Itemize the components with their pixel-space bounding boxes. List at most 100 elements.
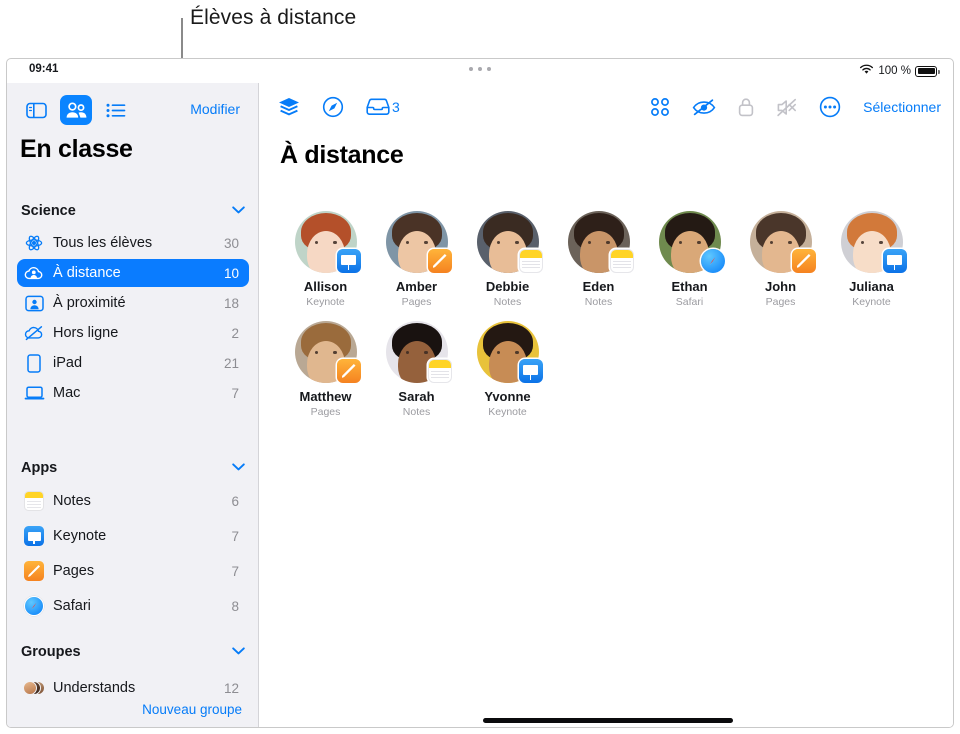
student-name: Allison	[303, 279, 348, 294]
eye-slash-icon[interactable]	[692, 98, 716, 116]
layers-icon[interactable]	[278, 97, 300, 117]
sidebar-item-count: 7	[231, 563, 239, 579]
notes-badge-icon	[518, 249, 543, 273]
avatar-wrap	[385, 321, 452, 383]
chevron-down-icon[interactable]	[232, 204, 245, 216]
pages-badge-icon	[336, 359, 361, 383]
status-bar: 09:41 100 %	[7, 59, 953, 83]
keynote-app-icon	[23, 525, 45, 547]
sidebar-item-a-distance[interactable]: À distance 10	[17, 259, 249, 287]
avatar-wrap	[294, 321, 361, 383]
sidebar-item-count: 7	[231, 528, 239, 544]
edit-button[interactable]: Modifier	[190, 101, 240, 117]
notes-badge-icon	[609, 249, 634, 273]
chevron-down-icon[interactable]	[232, 645, 245, 657]
avatar-wrap	[567, 211, 634, 273]
student-grid: Allison Keynote Amber Pages Debbie Notes Eden N…	[280, 211, 935, 431]
sidebar-toolbar: Modifier	[7, 95, 258, 129]
compass-icon[interactable]	[322, 96, 344, 118]
sidebar-item-hors-ligne[interactable]: Hors ligne 2	[17, 319, 249, 347]
more-circle-icon[interactable]	[819, 96, 841, 118]
student-card[interactable]: Debbie Notes	[462, 211, 553, 311]
student-app: Pages	[401, 296, 432, 309]
ipad-icon	[23, 352, 45, 374]
pages-badge-icon	[427, 249, 452, 273]
battery-percent: 100 %	[878, 65, 911, 77]
student-name: Juliana	[849, 279, 894, 294]
sidebar-item-label: iPad	[53, 355, 83, 371]
avatar-wrap	[294, 211, 361, 273]
battery-full-icon	[915, 65, 940, 77]
student-card[interactable]: Ethan Safari	[644, 211, 735, 311]
sidebar-item-label: Keynote	[53, 528, 107, 544]
sidebar-item-label: Safari	[53, 598, 91, 614]
cloud-person-icon	[23, 262, 45, 284]
keynote-badge-icon	[518, 359, 543, 383]
student-name: John	[764, 279, 797, 294]
pages-app-icon	[23, 560, 45, 582]
student-name: Matthew	[299, 389, 352, 404]
lock-icon[interactable]	[738, 97, 754, 117]
student-card[interactable]: Eden Notes	[553, 211, 644, 311]
student-name: Eden	[582, 279, 615, 294]
section-title: Groupes	[21, 644, 81, 660]
wifi-icon	[859, 62, 874, 80]
sidebar-item-ipad[interactable]: iPad 21	[17, 349, 249, 377]
sidebar-toggle-icon[interactable]	[20, 95, 52, 125]
student-app: Keynote	[488, 406, 527, 419]
list-icon[interactable]	[100, 95, 132, 125]
student-app: Notes	[584, 296, 613, 309]
student-name: Sarah	[398, 389, 435, 404]
safari-app-icon	[23, 595, 45, 617]
safari-badge-icon	[700, 249, 725, 273]
sidebar-item-label: Tous les élèves	[53, 235, 153, 251]
new-group-button[interactable]: Nouveau groupe	[142, 702, 242, 717]
student-card[interactable]: John Pages	[735, 211, 826, 311]
sidebar-item-mac[interactable]: Mac 7	[17, 379, 249, 407]
sidebar-title: En classe	[20, 135, 133, 163]
sidebar-item-tous-les-eleves[interactable]: Tous les élèves 30	[17, 229, 249, 257]
sidebar: Modifier En classe Science Tous les élèv…	[7, 83, 259, 727]
student-app: Notes	[493, 296, 522, 309]
sidebar-item-count: 8	[231, 598, 239, 614]
sidebar-item-safari[interactable]: Safari 8	[17, 592, 249, 620]
section-header-science[interactable]: Science	[21, 200, 245, 222]
screenshot-root: Élèves à distance 09:41 100 % Modifier E…	[0, 0, 960, 734]
sidebar-item-count: 18	[223, 295, 239, 311]
select-button[interactable]: Sélectionner	[863, 99, 941, 115]
section-header-apps[interactable]: Apps	[21, 457, 245, 479]
student-card[interactable]: Yvonne Keynote	[462, 321, 553, 421]
chevron-down-icon[interactable]	[232, 461, 245, 473]
student-card[interactable]: Allison Keynote	[280, 211, 371, 311]
sidebar-item-count: 7	[231, 385, 239, 401]
avatar-wrap	[476, 321, 543, 383]
student-name: Yvonne	[484, 389, 531, 404]
sidebar-item-pages[interactable]: Pages 7	[17, 557, 249, 585]
grid-apps-icon[interactable]	[650, 97, 670, 117]
notes-badge-icon	[427, 359, 452, 383]
student-app: Safari	[675, 296, 704, 309]
student-card[interactable]: Sarah Notes	[371, 321, 462, 421]
main-content: 3 Sélectionner À distance Allison Keynot…	[260, 83, 953, 727]
student-card[interactable]: Matthew Pages	[280, 321, 371, 421]
student-card[interactable]: Juliana Keynote	[826, 211, 917, 311]
keynote-badge-icon	[336, 249, 361, 273]
sidebar-item-label: Understands	[53, 680, 136, 696]
section-title: Apps	[21, 460, 58, 476]
content-toolbar: 3 Sélectionner	[260, 95, 953, 129]
student-card[interactable]: Amber Pages	[371, 211, 462, 311]
status-time: 09:41	[29, 63, 59, 75]
multitask-dots-icon[interactable]	[469, 67, 491, 71]
sidebar-item-count: 12	[223, 680, 239, 696]
sidebar-item-a-proximite[interactable]: À proximité 18	[17, 289, 249, 317]
sidebar-item-notes[interactable]: Notes 6	[17, 487, 249, 515]
speaker-slash-icon[interactable]	[776, 98, 797, 117]
inbox-tray-icon[interactable]: 3	[366, 98, 400, 116]
sidebar-item-keynote[interactable]: Keynote 7	[17, 522, 249, 550]
sidebar-item-count: 30	[223, 235, 239, 251]
sidebar-item-understands[interactable]: Understands 12	[17, 674, 249, 702]
people-icon[interactable]	[60, 95, 92, 125]
notes-app-icon	[23, 490, 45, 512]
keynote-badge-icon	[882, 249, 907, 273]
section-header-groupes[interactable]: Groupes	[21, 641, 245, 663]
